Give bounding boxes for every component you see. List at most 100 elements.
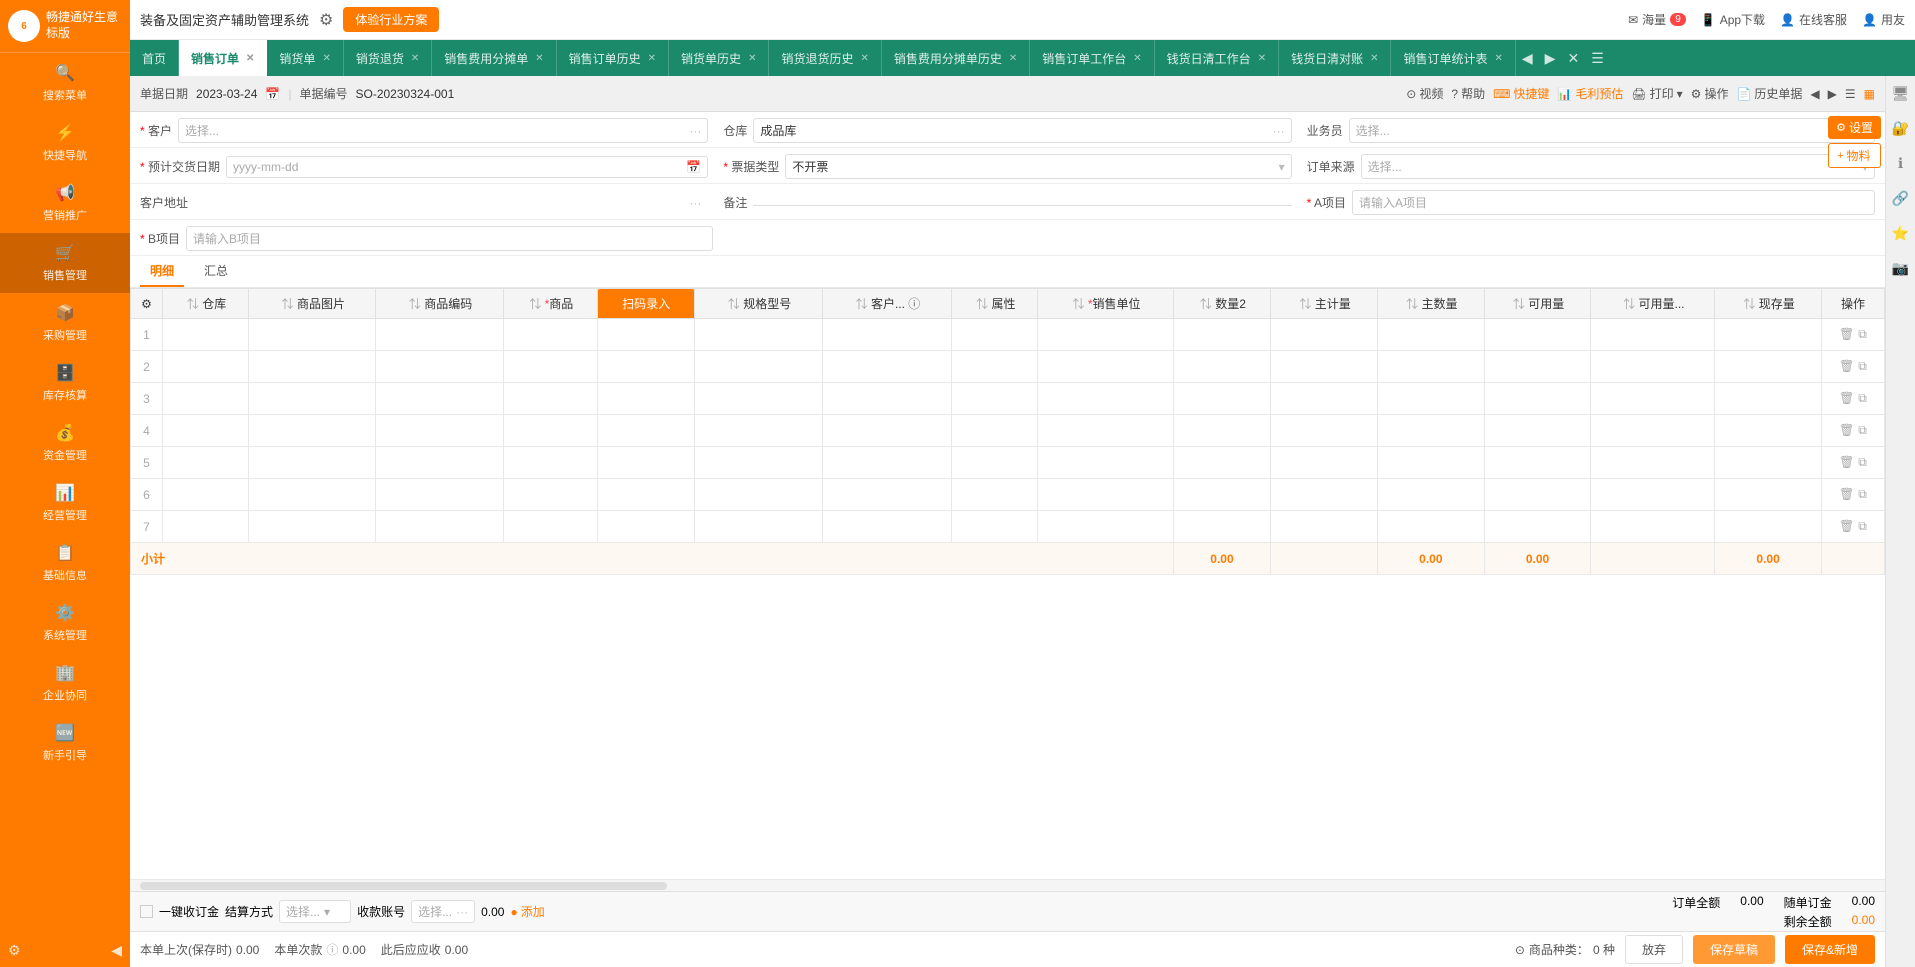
history-btn[interactable]: 📄 历史单据 bbox=[1736, 85, 1802, 102]
tab-daily-workbench[interactable]: 钱货日清工作台 ✕ bbox=[1155, 40, 1279, 76]
sidebar-item-search[interactable]: 🔍 搜索菜单 bbox=[0, 53, 130, 113]
customer-input[interactable]: 选择... ··· bbox=[178, 118, 708, 143]
tab-close-icon[interactable]: ✕ bbox=[1258, 53, 1266, 64]
col-settings[interactable]: ⚙ bbox=[131, 289, 163, 319]
delete-row-icon[interactable]: 🗑 bbox=[1839, 423, 1854, 438]
tab-close-icon[interactable]: ✕ bbox=[1495, 53, 1503, 64]
row-warehouse-1[interactable] bbox=[163, 319, 249, 351]
sidebar-item-quick-nav[interactable]: ⚡ 快捷导航 bbox=[0, 113, 130, 173]
payment-method-select[interactable]: 选择...▾ bbox=[279, 900, 351, 923]
address-more-icon[interactable]: ··· bbox=[689, 196, 701, 210]
row-unit-1[interactable] bbox=[1038, 319, 1173, 351]
warehouse-more-icon[interactable]: ··· bbox=[1273, 124, 1285, 138]
sidebar-item-sales[interactable]: 🛒 销售管理 bbox=[0, 233, 130, 293]
tab-next-button[interactable]: ▶ bbox=[1539, 40, 1562, 76]
salesperson-input[interactable]: 选择... ··· bbox=[1349, 118, 1875, 143]
calendar-icon[interactable]: 📅 bbox=[265, 87, 280, 101]
save-new-button[interactable]: 保存&新增 bbox=[1785, 935, 1875, 964]
print-btn[interactable]: 🖨 打印 ▾ bbox=[1631, 85, 1682, 102]
discard-button[interactable]: 放弃 bbox=[1625, 935, 1683, 964]
sidebar-item-system[interactable]: ⚙️ 系统管理 bbox=[0, 593, 130, 653]
tab-close-icon[interactable]: ✕ bbox=[535, 53, 543, 64]
order-source-input[interactable]: 选择... ▾ bbox=[1361, 154, 1875, 179]
tab-close-all-button[interactable]: ✕ bbox=[1561, 40, 1585, 76]
tab-close-icon[interactable]: ✕ bbox=[1133, 53, 1141, 64]
tab-daily-reconcile[interactable]: 钱货日清对账 ✕ bbox=[1279, 40, 1391, 76]
add-payment-button[interactable]: ● 添加 bbox=[510, 903, 544, 920]
tab-return-history[interactable]: 销货退货历史 ✕ bbox=[769, 40, 881, 76]
row-qty2-1[interactable] bbox=[1173, 319, 1271, 351]
row-cust-code-1[interactable] bbox=[822, 319, 952, 351]
row-product-1[interactable] bbox=[503, 319, 597, 351]
help-btn[interactable]: ? 帮助 bbox=[1451, 85, 1485, 102]
invoice-input[interactable]: 不开票 ▾ bbox=[785, 154, 1291, 179]
copy-row-icon[interactable]: ⧉ bbox=[1858, 391, 1867, 406]
tab-prev-button[interactable]: ◀ bbox=[1516, 40, 1539, 76]
scanner-panel-icon[interactable]: 📷 bbox=[1888, 256, 1913, 281]
row-stock-1[interactable] bbox=[1715, 319, 1822, 351]
settings-quick-btn[interactable]: ⚙ 设置 bbox=[1828, 116, 1881, 139]
delete-row-icon[interactable]: 🗑 bbox=[1839, 487, 1854, 502]
a-project-input[interactable]: 请输入A项目 bbox=[1352, 190, 1875, 215]
copy-row-icon[interactable]: ⧉ bbox=[1858, 327, 1867, 342]
sidebar-item-inventory[interactable]: 🗄️ 库存核算 bbox=[0, 353, 130, 413]
sidebar-item-purchase[interactable]: 📦 采购管理 bbox=[0, 293, 130, 353]
col-scan[interactable]: 扫码录入 bbox=[597, 289, 695, 319]
tab-home[interactable]: 首页 bbox=[130, 40, 179, 76]
row-model-1[interactable] bbox=[695, 319, 822, 351]
delivery-input[interactable]: yyyy-mm-dd 📅 bbox=[226, 156, 708, 178]
addrow-quick-btn[interactable]: + 物料 bbox=[1828, 143, 1881, 168]
collapse-sidebar-icon[interactable]: ◀ bbox=[111, 942, 122, 959]
tab-expense-history[interactable]: 销售费用分摊单历史 ✕ bbox=[882, 40, 1030, 76]
messages-item[interactable]: ✉ 海量 9 bbox=[1628, 11, 1686, 28]
star-panel-icon[interactable]: ⭐ bbox=[1888, 221, 1913, 246]
app-download-item[interactable]: 📱 App下载 bbox=[1701, 11, 1765, 28]
copy-row-icon[interactable]: ⧉ bbox=[1858, 423, 1867, 438]
sidebar-item-base-info[interactable]: 📋 基础信息 bbox=[0, 533, 130, 593]
row-avail1-1[interactable] bbox=[1484, 319, 1591, 351]
delete-row-icon[interactable]: 🗑 bbox=[1839, 391, 1854, 406]
delete-row-icon[interactable]: 🗑 bbox=[1839, 359, 1854, 374]
tab-order-workbench[interactable]: 销售订单工作台 ✕ bbox=[1030, 40, 1154, 76]
nav-next-btn[interactable]: ▶ bbox=[1828, 87, 1837, 101]
horizontal-scrollbar[interactable] bbox=[130, 879, 1885, 891]
delete-row-icon[interactable]: 🗑 bbox=[1839, 455, 1854, 470]
customer-more-icon[interactable]: ··· bbox=[689, 124, 701, 138]
copy-row-icon[interactable]: ⧉ bbox=[1858, 487, 1867, 502]
tab-close-icon[interactable]: ✕ bbox=[860, 53, 868, 64]
operations-btn[interactable]: ⚙ 操作 bbox=[1691, 85, 1729, 102]
profit-btn[interactable]: 📊 毛利预估 bbox=[1557, 85, 1623, 102]
tab-sales-order[interactable]: 销售订单 ✕ bbox=[179, 40, 267, 76]
sidebar-item-guide[interactable]: 🆕 新手引导 bbox=[0, 713, 130, 773]
tab-close-icon[interactable]: ✕ bbox=[246, 53, 254, 64]
sidebar-item-finance[interactable]: 💰 资金管理 bbox=[0, 413, 130, 473]
row-main-unit-1[interactable] bbox=[1271, 319, 1378, 351]
info-panel-icon[interactable]: ℹ bbox=[1894, 151, 1907, 176]
tab-sales-bill[interactable]: 销货单 ✕ bbox=[267, 40, 343, 76]
monitor-icon[interactable]: 🖥 bbox=[1888, 81, 1914, 106]
copy-row-icon[interactable]: ⧉ bbox=[1858, 519, 1867, 534]
nav-prev-btn[interactable]: ◀ bbox=[1810, 87, 1819, 101]
sidebar-item-marketing[interactable]: 📢 营销推广 bbox=[0, 173, 130, 233]
row-scan-1[interactable] bbox=[597, 319, 695, 351]
tab-close-icon[interactable]: ✕ bbox=[322, 53, 330, 64]
delete-row-icon[interactable]: 🗑 bbox=[1839, 519, 1854, 534]
tab-close-icon[interactable]: ✕ bbox=[648, 53, 656, 64]
calendar-delivery-icon[interactable]: 📅 bbox=[686, 160, 701, 174]
sidebar-item-operations[interactable]: 📊 经营管理 bbox=[0, 473, 130, 533]
detail-tab-summary[interactable]: 汇总 bbox=[194, 256, 238, 287]
invoice-dropdown-icon[interactable]: ▾ bbox=[1279, 160, 1285, 174]
row-warehouse-2[interactable] bbox=[163, 351, 249, 383]
one-click-checkbox[interactable] bbox=[140, 905, 153, 918]
tab-close-icon[interactable]: ✕ bbox=[1370, 53, 1378, 64]
tab-close-icon[interactable]: ✕ bbox=[748, 53, 756, 64]
copy-row-icon[interactable]: ⧉ bbox=[1858, 359, 1867, 374]
tab-sales-order-history[interactable]: 销售订单历史 ✕ bbox=[557, 40, 669, 76]
tab-sales-expense[interactable]: 销售费用分摊单 ✕ bbox=[432, 40, 556, 76]
fingerprint-icon[interactable]: 🔐 bbox=[1888, 116, 1913, 141]
tab-order-stats[interactable]: 销售订单统计表 ✕ bbox=[1391, 40, 1515, 76]
row-image-1[interactable] bbox=[249, 319, 376, 351]
delete-row-icon[interactable]: 🗑 bbox=[1839, 327, 1854, 342]
payment-account-select[interactable]: 选择... ··· bbox=[411, 900, 475, 923]
save-draft-button[interactable]: 保存草稿 bbox=[1693, 935, 1775, 964]
